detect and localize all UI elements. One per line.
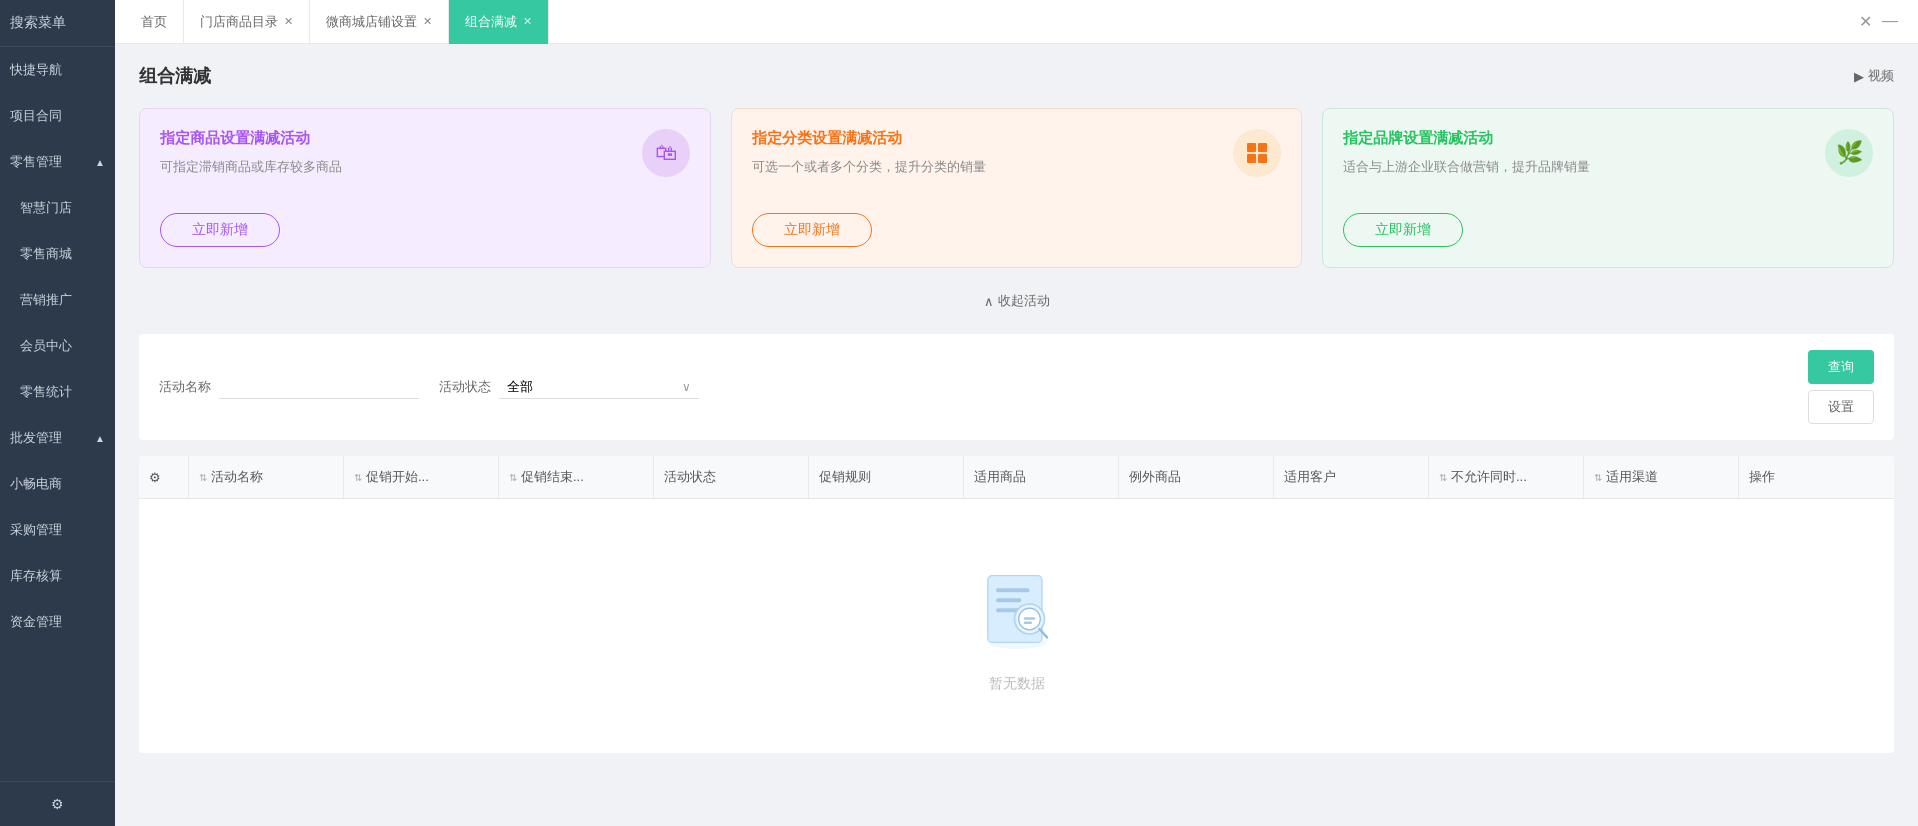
sidebar-item-retail-stats[interactable]: 零售统计 bbox=[0, 369, 115, 415]
filter-status-select[interactable]: 全部 进行中 已结束 未开始 bbox=[499, 375, 699, 399]
sidebar-item-retail-mall[interactable]: 零售商城 bbox=[0, 231, 115, 277]
th-start: ⇅ 促销开始... bbox=[344, 456, 499, 498]
content-area: 组合满减 ▶ 视频 指定商品设置满减活动 可指定滞销商品或库存较多商品 🛍 立即… bbox=[115, 44, 1918, 826]
sidebar-item-purchase-mgmt[interactable]: 采购管理 bbox=[0, 507, 115, 553]
tab-wechat-shop-close[interactable]: ✕ bbox=[423, 15, 432, 28]
tab-store-catalog-close[interactable]: ✕ bbox=[284, 15, 293, 28]
window-controls: ✕ — bbox=[1859, 12, 1908, 31]
svg-rect-11 bbox=[1023, 617, 1035, 620]
filter-name-label: 活动名称 bbox=[159, 378, 211, 396]
window-minimize-btn[interactable]: — bbox=[1882, 12, 1898, 31]
th-start-sort-icon[interactable]: ⇅ bbox=[354, 472, 362, 483]
empty-state: 暂无数据 bbox=[139, 499, 1894, 753]
gear-icon: ⚙ bbox=[51, 796, 64, 812]
th-end: ⇅ 促销结束... bbox=[499, 456, 654, 498]
settings-button[interactable]: 设置 bbox=[1808, 390, 1874, 424]
th-channel-sort-icon[interactable]: ⇅ bbox=[1594, 472, 1602, 483]
category-card: 指定分类设置满减活动 可选一个或者多个分类，提升分类的销量 立即新增 bbox=[731, 108, 1303, 268]
sidebar-item-smart-store[interactable]: 智慧门店 bbox=[0, 185, 115, 231]
video-link[interactable]: ▶ 视频 bbox=[1854, 67, 1894, 85]
collapse-bar[interactable]: ∧ 收起活动 bbox=[139, 284, 1894, 318]
product-card-title: 指定商品设置满减活动 bbox=[160, 129, 690, 148]
th-settings[interactable]: ⚙ bbox=[139, 456, 189, 498]
svg-rect-2 bbox=[1247, 154, 1256, 163]
cards-row: 指定商品设置满减活动 可指定滞销商品或库存较多商品 🛍 立即新增 指定分类设置满… bbox=[139, 108, 1894, 268]
product-card-desc: 可指定滞销商品或库存较多商品 bbox=[160, 158, 690, 197]
empty-text: 暂无数据 bbox=[989, 675, 1045, 693]
page-title: 组合满减 bbox=[139, 64, 211, 88]
sidebar-settings-btn[interactable]: ⚙ bbox=[0, 781, 115, 826]
filter-name-item: 活动名称 bbox=[159, 375, 419, 399]
th-rule: 促销规则 bbox=[809, 456, 964, 498]
th-customer: 适用客户 bbox=[1274, 456, 1429, 498]
category-card-title: 指定分类设置满减活动 bbox=[752, 129, 1282, 148]
brand-card-icon: 🌿 bbox=[1825, 129, 1873, 177]
th-action: 操作 bbox=[1739, 456, 1894, 498]
th-name: ⇅ 活动名称 bbox=[189, 456, 344, 498]
th-end-sort-icon[interactable]: ⇅ bbox=[509, 472, 517, 483]
svg-rect-0 bbox=[1247, 143, 1256, 152]
sidebar-item-retail-mgmt[interactable]: 零售管理 ▲ bbox=[0, 139, 115, 185]
brand-card-desc: 适合与上游企业联合做营销，提升品牌销量 bbox=[1343, 158, 1873, 197]
table-header: ⚙ ⇅ 活动名称 ⇅ 促销开始... ⇅ 促销结束... 活动状态 bbox=[139, 456, 1894, 499]
th-name-sort-icon[interactable]: ⇅ bbox=[199, 472, 207, 483]
retail-mgmt-arrow: ▲ bbox=[95, 157, 105, 168]
tab-wechat-shop[interactable]: 微商城店铺设置 ✕ bbox=[310, 0, 449, 44]
empty-illustration bbox=[967, 559, 1067, 659]
filter-row: 活动名称 活动状态 全部 进行中 已结束 未开始 ∨ 查询 设置 bbox=[139, 334, 1894, 440]
table-settings-icon: ⚙ bbox=[149, 470, 161, 485]
filter-actions: 查询 设置 bbox=[1808, 350, 1874, 424]
svg-rect-3 bbox=[1258, 154, 1267, 163]
product-card-icon: 🛍 bbox=[642, 129, 690, 177]
filter-status-item: 活动状态 全部 进行中 已结束 未开始 ∨ bbox=[439, 375, 699, 399]
sidebar-search[interactable]: 搜索菜单 bbox=[0, 0, 115, 47]
page-header: 组合满减 ▶ 视频 bbox=[139, 64, 1894, 88]
category-card-icon bbox=[1233, 129, 1281, 177]
sidebar-item-capital-mgmt[interactable]: 资金管理 bbox=[0, 599, 115, 645]
brand-card: 指定品牌设置满减活动 适合与上游企业联合做营销，提升品牌销量 🌿 立即新增 bbox=[1322, 108, 1894, 268]
window-close-btn[interactable]: ✕ bbox=[1859, 12, 1872, 31]
sidebar-item-inventory-calc[interactable]: 库存核算 bbox=[0, 553, 115, 599]
th-no-concurrent: ⇅ 不允许同时... bbox=[1429, 456, 1584, 498]
filter-name-input[interactable] bbox=[219, 375, 419, 399]
query-button[interactable]: 查询 bbox=[1808, 350, 1874, 384]
svg-rect-7 bbox=[996, 598, 1021, 602]
svg-rect-12 bbox=[1023, 622, 1031, 625]
svg-rect-6 bbox=[996, 588, 1029, 592]
wholesale-mgmt-arrow: ▲ bbox=[95, 433, 105, 444]
brand-card-title: 指定品牌设置满减活动 bbox=[1343, 129, 1873, 148]
th-no-concurrent-sort-icon[interactable]: ⇅ bbox=[1439, 472, 1447, 483]
sidebar-item-quick-nav[interactable]: 快捷导航 bbox=[0, 47, 115, 93]
sidebar: 搜索菜单 快捷导航 项目合同 零售管理 ▲ 智慧门店 零售商城 营销推广 会员中… bbox=[0, 0, 115, 826]
th-status: 活动状态 bbox=[654, 456, 809, 498]
sidebar-item-project-contract[interactable]: 项目合同 bbox=[0, 93, 115, 139]
filter-status-label: 活动状态 bbox=[439, 378, 491, 396]
tab-bar: 首页 门店商品目录 ✕ 微商城店铺设置 ✕ 组合满减 ✕ ✕ — bbox=[115, 0, 1918, 44]
category-card-btn[interactable]: 立即新增 bbox=[752, 213, 872, 247]
tab-store-catalog[interactable]: 门店商品目录 ✕ bbox=[184, 0, 310, 44]
data-table: ⚙ ⇅ 活动名称 ⇅ 促销开始... ⇅ 促销结束... 活动状态 bbox=[139, 456, 1894, 753]
brand-card-btn[interactable]: 立即新增 bbox=[1343, 213, 1463, 247]
filter-status-wrapper: 全部 进行中 已结束 未开始 ∨ bbox=[499, 375, 699, 399]
th-exclude: 例外商品 bbox=[1119, 456, 1274, 498]
main-area: 首页 门店商品目录 ✕ 微商城店铺设置 ✕ 组合满减 ✕ ✕ — 组合满减 ▶ … bbox=[115, 0, 1918, 826]
category-card-desc: 可选一个或者多个分类，提升分类的销量 bbox=[752, 158, 1282, 197]
tab-combo-discount-close[interactable]: ✕ bbox=[523, 15, 532, 28]
th-products: 适用商品 bbox=[964, 456, 1119, 498]
collapse-icon: ∧ bbox=[984, 294, 994, 309]
sidebar-item-marketing[interactable]: 营销推广 bbox=[0, 277, 115, 323]
sidebar-item-xiochang-ecom[interactable]: 小畅电商 bbox=[0, 461, 115, 507]
sidebar-item-member-center[interactable]: 会员中心 bbox=[0, 323, 115, 369]
sidebar-item-wholesale-mgmt[interactable]: 批发管理 ▲ bbox=[0, 415, 115, 461]
product-card: 指定商品设置满减活动 可指定滞销商品或库存较多商品 🛍 立即新增 bbox=[139, 108, 711, 268]
th-channel: ⇅ 适用渠道 bbox=[1584, 456, 1739, 498]
tab-home[interactable]: 首页 bbox=[125, 0, 184, 44]
play-icon: ▶ bbox=[1854, 69, 1864, 84]
collapse-label: 收起活动 bbox=[998, 292, 1050, 310]
tab-combo-discount[interactable]: 组合满减 ✕ bbox=[449, 0, 549, 44]
product-card-btn[interactable]: 立即新增 bbox=[160, 213, 280, 247]
svg-rect-1 bbox=[1258, 143, 1267, 152]
